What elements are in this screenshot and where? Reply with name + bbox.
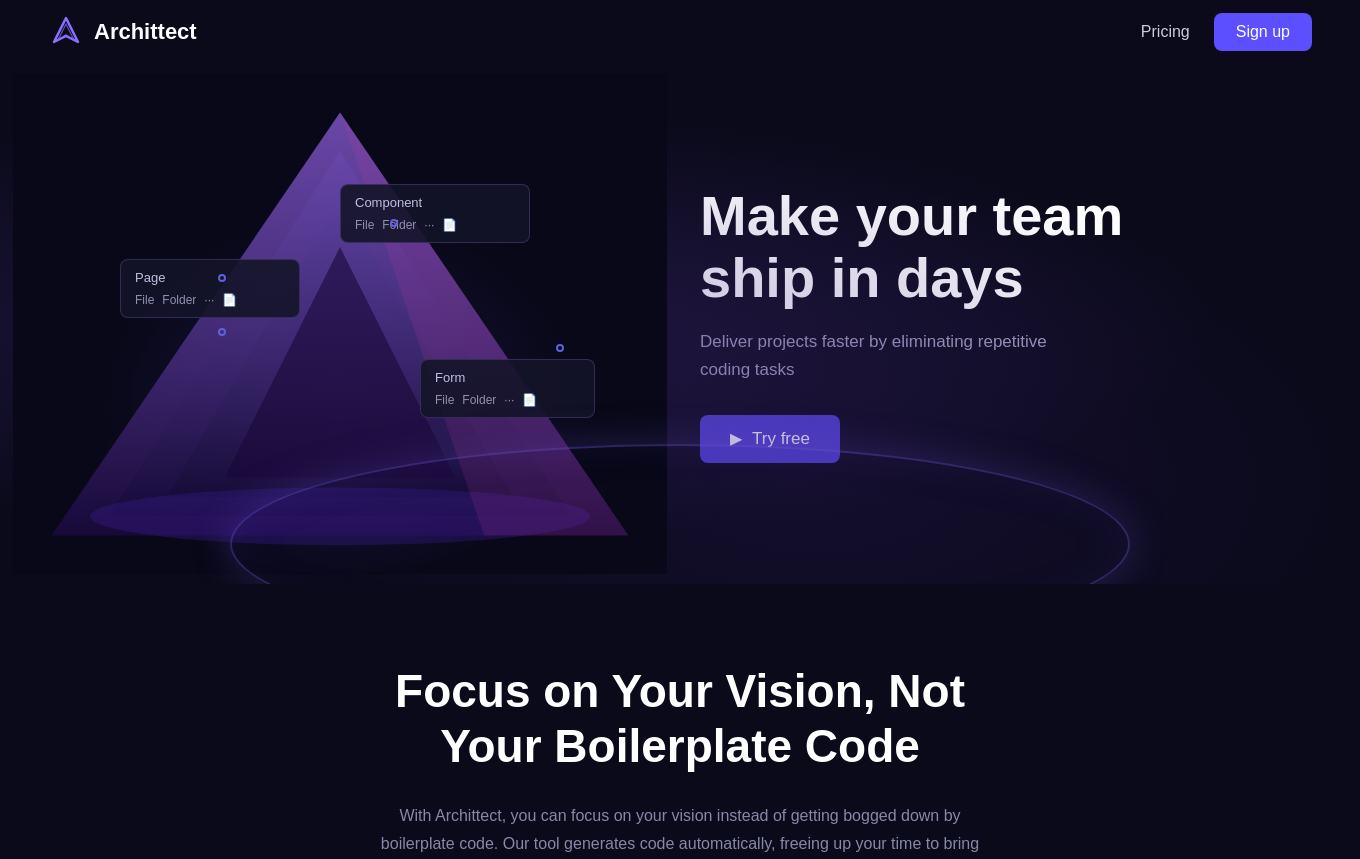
component-card-title: Component	[355, 195, 515, 210]
component-new-file[interactable]: 📄	[442, 218, 457, 232]
form-card-row: File Folder ··· 📄	[435, 393, 580, 407]
component-file[interactable]: File	[355, 218, 374, 232]
page-new-file[interactable]: 📄	[222, 293, 237, 307]
page-card-title: Page	[135, 270, 285, 285]
nav-right: Pricing Sign up	[1141, 13, 1312, 51]
form-file[interactable]: File	[435, 393, 454, 407]
focus-subtitle: With Archittect, you can focus on your v…	[380, 802, 980, 859]
page-dot2	[218, 328, 226, 336]
page-folder[interactable]: Folder	[162, 293, 196, 307]
component-folder[interactable]: Folder	[382, 218, 416, 232]
logo-icon	[48, 14, 84, 50]
form-more[interactable]: ···	[504, 393, 514, 407]
hero-content: Make your team ship in days Deliver proj…	[680, 145, 1360, 503]
page-card-row: File Folder ··· 📄	[135, 293, 285, 307]
focus-section: Focus on Your Vision, Not Your Boilerpla…	[0, 584, 1360, 859]
logo-area: Archittect	[48, 14, 197, 50]
focus-title-line1: Focus on Your Vision, Not	[395, 665, 965, 717]
try-free-label: Try free	[752, 429, 810, 449]
component-more[interactable]: ···	[424, 218, 434, 232]
hero-section: Component File Folder ··· 📄 Page File Fo…	[0, 64, 1360, 584]
hero-illustration: Component File Folder ··· 📄 Page File Fo…	[0, 74, 680, 574]
page-more[interactable]: ···	[204, 293, 214, 307]
component-card: Component File Folder ··· 📄	[340, 184, 530, 243]
try-free-icon: ▶	[730, 429, 742, 448]
try-free-button[interactable]: ▶ Try free	[700, 415, 840, 463]
hero-subtitle: Deliver projects faster by eliminating r…	[700, 328, 1080, 382]
hero-title-line1: Make your team	[700, 184, 1123, 247]
focus-title-line2: Your Boilerplate Code	[440, 720, 920, 772]
focus-title: Focus on Your Vision, Not Your Boilerpla…	[200, 664, 1160, 774]
pricing-link[interactable]: Pricing	[1141, 23, 1190, 41]
page-card: Page File Folder ··· 📄	[120, 259, 300, 318]
component-card-row: File Folder ··· 📄	[355, 218, 515, 232]
navbar: Archittect Pricing Sign up	[0, 0, 1360, 64]
mountain-svg	[0, 74, 680, 574]
brand-name: Archittect	[94, 19, 197, 45]
signup-button[interactable]: Sign up	[1214, 13, 1312, 51]
form-folder[interactable]: Folder	[462, 393, 496, 407]
page-file[interactable]: File	[135, 293, 154, 307]
component-dot	[390, 219, 398, 227]
form-new-file[interactable]: 📄	[522, 393, 537, 407]
form-dot	[556, 344, 564, 352]
form-card: Form File Folder ··· 📄	[420, 359, 595, 418]
hero-title: Make your team ship in days	[700, 185, 1300, 308]
page-dot	[218, 274, 226, 282]
form-card-title: Form	[435, 370, 580, 385]
hero-title-line2: ship in days	[700, 246, 1024, 309]
